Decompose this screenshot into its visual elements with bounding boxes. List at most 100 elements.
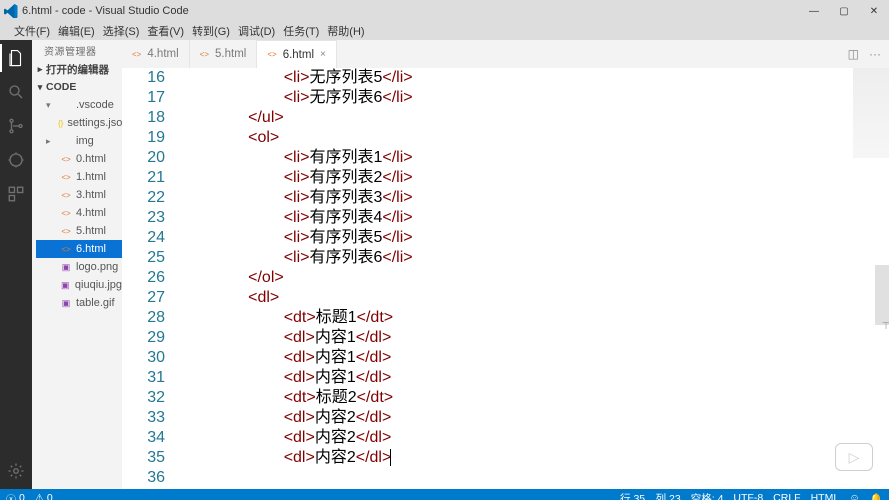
- tree-label: qiuqiu.jpg: [75, 279, 122, 291]
- tab-label: 4.html: [147, 48, 178, 60]
- line-number: 30: [122, 348, 165, 368]
- tree-label: 3.html: [76, 189, 106, 201]
- debug-icon[interactable]: [4, 148, 28, 172]
- code-content[interactable]: <li>无序列表5</li> <li>无序列表6</li> </ul> <ol>…: [177, 68, 889, 489]
- file-icon: [132, 50, 141, 59]
- maximize-button[interactable]: [829, 0, 859, 22]
- section-workspace[interactable]: ▾CODE: [32, 78, 122, 96]
- code-line[interactable]: </ul>: [177, 108, 889, 128]
- file-icon: [60, 173, 72, 182]
- tree-file[interactable]: table.gif: [36, 294, 122, 312]
- minimap[interactable]: [853, 68, 889, 158]
- minimize-button[interactable]: [799, 0, 829, 22]
- code-line[interactable]: </dl>: [177, 488, 889, 489]
- menu-item[interactable]: 编辑(E): [58, 23, 95, 39]
- close-window-button[interactable]: [859, 0, 889, 22]
- tab-label: 5.html: [215, 48, 246, 60]
- line-number: 34: [122, 428, 165, 448]
- line-number: 19: [122, 128, 165, 148]
- settings-gear-icon[interactable]: [4, 459, 28, 483]
- tree-file[interactable]: 5.html: [36, 222, 122, 240]
- menu-item[interactable]: 选择(S): [103, 23, 140, 39]
- statusbar: ⓧ0 ⚠0 行 35，列 23 空格: 4 UTF-8 CRLF HTML ☺ …: [0, 489, 889, 500]
- code-line[interactable]: <dt>标题2</dt>: [177, 388, 889, 408]
- line-number: 32: [122, 388, 165, 408]
- tree-folder[interactable]: img: [36, 132, 122, 150]
- fold-indicator-icon: ⊤: [881, 320, 889, 332]
- status-spaces[interactable]: 空格: 4: [691, 491, 724, 500]
- file-tree: .vscodesettings.json img 0.html 1.html 3.htm…: [32, 96, 122, 312]
- code-line[interactable]: <dl>内容1</dl>: [177, 348, 889, 368]
- menu-item[interactable]: 调试(D): [238, 23, 275, 39]
- line-number: 26: [122, 268, 165, 288]
- file-icon: [267, 50, 276, 59]
- code-line[interactable]: <li>有序列表5</li>: [177, 228, 889, 248]
- menu-item[interactable]: 任务(T): [283, 23, 319, 39]
- status-errors[interactable]: ⓧ0: [6, 491, 25, 500]
- code-line[interactable]: <ol>: [177, 128, 889, 148]
- menu-item[interactable]: 查看(V): [147, 23, 184, 39]
- code-line[interactable]: <dt>标题1</dt>: [177, 308, 889, 328]
- code-line[interactable]: <li>有序列表6</li>: [177, 248, 889, 268]
- status-encoding[interactable]: UTF-8: [733, 492, 763, 500]
- tree-file[interactable]: 6.html: [36, 240, 122, 258]
- section-open-editors[interactable]: ▸打开的编辑器: [32, 60, 122, 78]
- tree-label: img: [76, 135, 94, 147]
- more-actions-icon[interactable]: ···: [869, 47, 881, 61]
- editor-tab[interactable]: 4.html: [122, 40, 190, 68]
- code-line[interactable]: <dl>内容2</dl>: [177, 408, 889, 428]
- tree-file[interactable]: 3.html: [36, 186, 122, 204]
- status-line-col[interactable]: 行 35，列 23: [620, 491, 681, 500]
- source-control-icon[interactable]: [4, 114, 28, 138]
- code-line[interactable]: <dl>内容2</dl>: [177, 448, 889, 468]
- code-line[interactable]: <dl>内容1</dl>: [177, 368, 889, 388]
- line-number: 21: [122, 168, 165, 188]
- code-line[interactable]: </ol>: [177, 268, 889, 288]
- chevron-icon: [46, 100, 56, 111]
- code-line[interactable]: <li>有序列表2</li>: [177, 168, 889, 188]
- tree-folder[interactable]: .vscode: [36, 96, 122, 114]
- vscode-logo-icon: [4, 4, 18, 18]
- tree-file[interactable]: qiuqiu.jpg: [36, 276, 122, 294]
- code-line[interactable]: <li>有序列表1</li>: [177, 148, 889, 168]
- code-line[interactable]: <dl>: [177, 288, 889, 308]
- code-line[interactable]: <li>无序列表5</li>: [177, 68, 889, 88]
- status-language[interactable]: HTML: [811, 492, 840, 500]
- search-icon[interactable]: [4, 80, 28, 104]
- tree-label: 0.html: [76, 153, 106, 165]
- code-line[interactable]: <dl>内容1</dl>: [177, 328, 889, 348]
- menu-item[interactable]: 文件(F): [14, 23, 50, 39]
- code-line[interactable]: <li>有序列表4</li>: [177, 208, 889, 228]
- tree-file[interactable]: 4.html: [36, 204, 122, 222]
- window-title: 6.html - code - Visual Studio Code: [22, 5, 189, 17]
- menu-item[interactable]: 帮助(H): [327, 23, 364, 39]
- menu-item[interactable]: 转到(G): [192, 23, 230, 39]
- tree-file[interactable]: settings.json: [36, 114, 122, 132]
- explorer-icon[interactable]: [4, 46, 28, 70]
- line-number: 18: [122, 108, 165, 128]
- split-editor-icon[interactable]: ◫: [848, 47, 859, 61]
- code-editor[interactable]: 1617181920212223242526272829303132333435…: [122, 68, 889, 489]
- code-line[interactable]: [177, 468, 889, 488]
- status-warnings[interactable]: ⚠0: [35, 492, 53, 500]
- line-number-gutter: 1617181920212223242526272829303132333435…: [122, 68, 177, 489]
- status-bell-icon[interactable]: 🔔: [870, 492, 883, 500]
- status-eol[interactable]: CRLF: [773, 492, 800, 500]
- editor-tab[interactable]: 5.html: [190, 40, 258, 68]
- editor-tab[interactable]: 6.html×: [257, 40, 337, 68]
- extensions-icon[interactable]: [4, 182, 28, 206]
- code-line[interactable]: <dl>内容2</dl>: [177, 428, 889, 448]
- status-feedback-icon[interactable]: ☺: [849, 492, 860, 500]
- file-icon: [60, 227, 72, 236]
- tree-file[interactable]: logo.png: [36, 258, 122, 276]
- code-line[interactable]: <li>有序列表3</li>: [177, 188, 889, 208]
- tab-actions: ◫ ···: [848, 40, 889, 68]
- tree-label: settings.json: [67, 117, 128, 129]
- code-line[interactable]: <li>无序列表6</li>: [177, 88, 889, 108]
- tree-file[interactable]: 0.html: [36, 150, 122, 168]
- scrollbar-vertical[interactable]: [875, 265, 889, 325]
- json-icon: [58, 119, 63, 128]
- chevron-icon: [46, 136, 56, 147]
- close-tab-icon[interactable]: ×: [320, 49, 326, 60]
- tree-file[interactable]: 1.html: [36, 168, 122, 186]
